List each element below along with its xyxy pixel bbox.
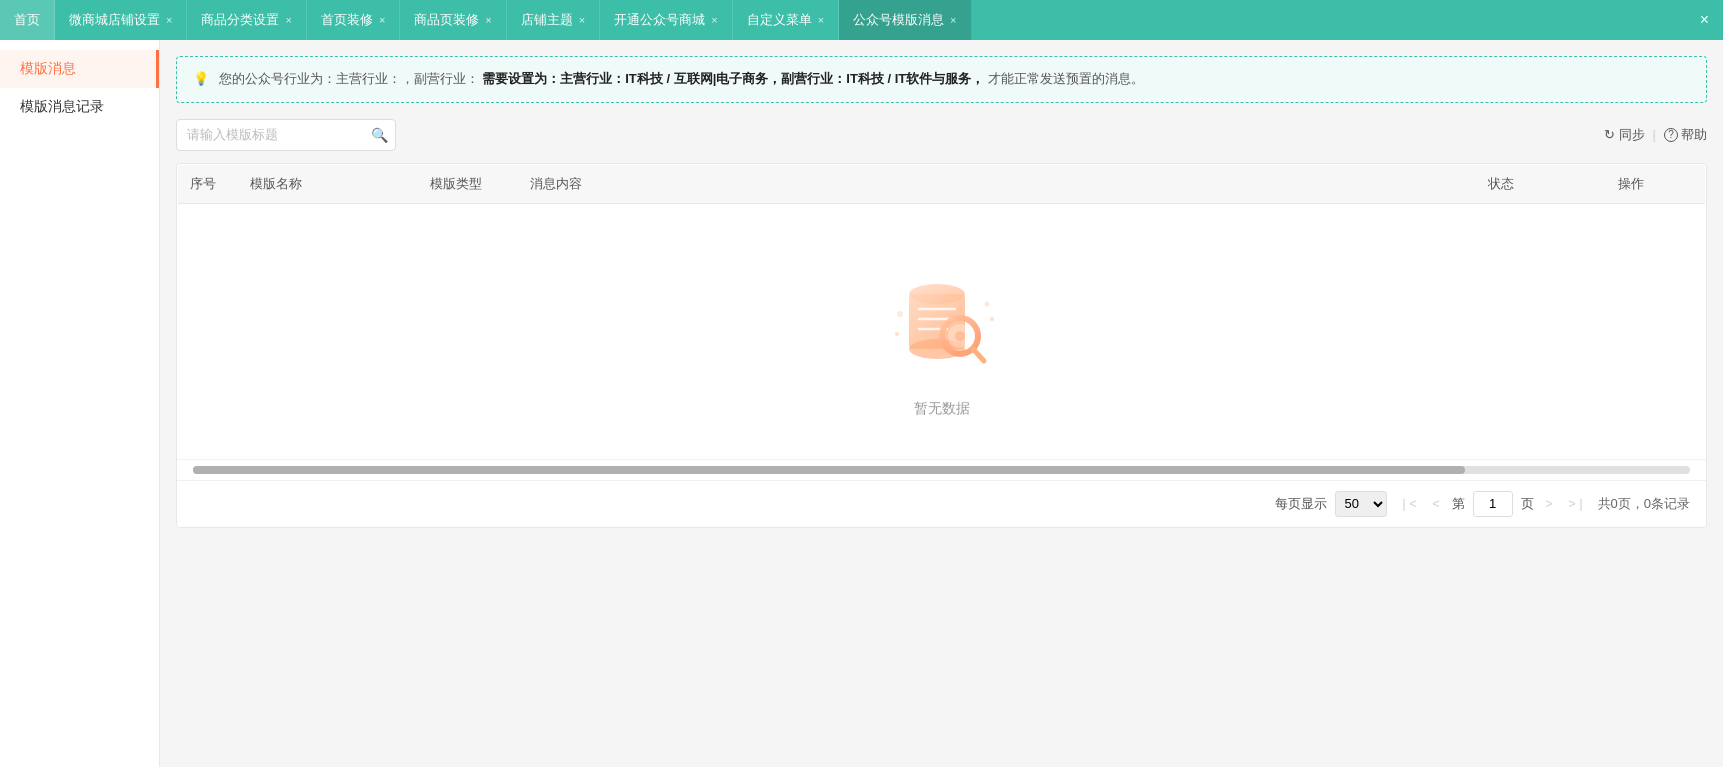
sync-label: 同步 bbox=[1619, 126, 1645, 144]
nav-tab-product-decor-label: 商品页装修 bbox=[414, 11, 479, 29]
nav-tab-open-shop-label: 开通公众号商城 bbox=[614, 11, 705, 29]
empty-state: 暂无数据 bbox=[178, 204, 1705, 458]
sidebar: 模版消息 模版消息记录 bbox=[0, 40, 160, 767]
first-page-button[interactable]: ❘< bbox=[1395, 495, 1420, 513]
notice-text-suffix: 才能正常发送预置的消息。 bbox=[988, 71, 1144, 86]
help-button[interactable]: ? 帮助 bbox=[1664, 126, 1707, 144]
bulb-icon: 💡 bbox=[193, 71, 209, 86]
close-home-decor-tab[interactable]: × bbox=[379, 14, 385, 26]
notice-text-highlight: 需要设置为：主营行业：IT科技 / 互联网|电子商务，副营行业：IT科技 / I… bbox=[482, 71, 984, 86]
nav-tab-template-msg[interactable]: 公众号模版消息 × bbox=[839, 0, 971, 40]
scrollbar-area bbox=[177, 459, 1706, 480]
main-layout: 模版消息 模版消息记录 💡 您的公众号行业为：主营行业：，副营行业： 需要设置为… bbox=[0, 40, 1723, 767]
notice-text-prefix: 您的公众号行业为：主营行业：，副营行业： bbox=[219, 71, 479, 86]
close-custom-menu-tab[interactable]: × bbox=[818, 14, 824, 26]
close-category-tab[interactable]: × bbox=[285, 14, 291, 26]
close-all-icon: × bbox=[1700, 11, 1709, 29]
help-icon: ? bbox=[1664, 128, 1678, 142]
col-name: 模版名称 bbox=[238, 164, 418, 203]
help-label: 帮助 bbox=[1681, 126, 1707, 144]
nav-tab-home-decor[interactable]: 首页装修 × bbox=[307, 0, 400, 40]
nav-tab-custom-menu[interactable]: 自定义菜单 × bbox=[733, 0, 839, 40]
search-icon[interactable]: 🔍 bbox=[371, 127, 388, 143]
toolbar-divider: | bbox=[1653, 127, 1656, 142]
empty-state-row: 暂无数据 bbox=[178, 203, 1706, 458]
close-template-msg-tab[interactable]: × bbox=[950, 14, 956, 26]
table-header-row: 序号 模版名称 模版类型 消息内容 状态 bbox=[178, 164, 1706, 203]
sidebar-item-template-msg-label: 模版消息 bbox=[20, 60, 76, 76]
close-open-shop-tab[interactable]: × bbox=[711, 14, 717, 26]
total-info: 共0页，0条记录 bbox=[1598, 495, 1690, 513]
nav-tab-open-shop[interactable]: 开通公众号商城 × bbox=[600, 0, 732, 40]
svg-point-10 bbox=[897, 311, 903, 317]
fake-scrollbar[interactable] bbox=[193, 466, 1690, 474]
svg-point-13 bbox=[895, 332, 899, 336]
table-wrapper: 序号 模版名称 模版类型 消息内容 状态 bbox=[176, 163, 1707, 528]
sync-button[interactable]: ↻ 同步 bbox=[1604, 126, 1645, 144]
notice-box: 💡 您的公众号行业为：主营行业：，副营行业： 需要设置为：主营行业：IT科技 /… bbox=[176, 56, 1707, 103]
empty-icon bbox=[882, 264, 1002, 384]
nav-tab-category[interactable]: 商品分类设置 × bbox=[187, 0, 306, 40]
col-type: 模版类型 bbox=[418, 164, 518, 203]
next-page-button[interactable]: > bbox=[1542, 495, 1557, 513]
nav-tab-weshop[interactable]: 微商城店铺设置 × bbox=[55, 0, 187, 40]
nav-tab-category-label: 商品分类设置 bbox=[201, 11, 279, 29]
pagination: 每页显示 50 10 20 100 ❘< < 第 页 > >❘ 共0页，0条记录 bbox=[177, 480, 1706, 527]
page-label: 第 bbox=[1452, 495, 1465, 513]
col-index: 序号 bbox=[178, 164, 238, 203]
close-weshop-tab[interactable]: × bbox=[166, 14, 172, 26]
close-product-decor-tab[interactable]: × bbox=[485, 14, 491, 26]
top-nav: 首页 微商城店铺设置 × 商品分类设置 × 首页装修 × 商品页装修 × 店铺主… bbox=[0, 0, 1723, 40]
toolbar-actions: ↻ 同步 | ? 帮助 bbox=[1604, 126, 1707, 144]
nav-tab-shop-theme-label: 店铺主题 bbox=[521, 11, 573, 29]
table-body: 暂无数据 bbox=[178, 203, 1706, 458]
svg-point-9 bbox=[955, 331, 965, 341]
sidebar-item-template-msg-log[interactable]: 模版消息记录 bbox=[0, 88, 159, 126]
svg-point-12 bbox=[990, 317, 994, 321]
nav-tab-home[interactable]: 首页 bbox=[0, 0, 55, 40]
close-all-button[interactable]: × bbox=[1686, 0, 1723, 40]
last-page-button[interactable]: >❘ bbox=[1565, 495, 1590, 513]
search-input-wrap: 🔍 bbox=[176, 119, 396, 151]
data-table: 序号 模版名称 模版类型 消息内容 状态 bbox=[177, 164, 1706, 459]
page-unit-label: 页 bbox=[1521, 495, 1534, 513]
search-input[interactable] bbox=[176, 119, 396, 151]
prev-page-button[interactable]: < bbox=[1428, 495, 1443, 513]
scrollbar-thumb bbox=[193, 466, 1465, 474]
nav-tab-home-label: 首页 bbox=[14, 11, 40, 29]
nav-tab-shop-theme[interactable]: 店铺主题 × bbox=[507, 0, 600, 40]
search-bar: 🔍 ↻ 同步 | ? 帮助 bbox=[176, 119, 1707, 151]
table-header: 序号 模版名称 模版类型 消息内容 状态 bbox=[178, 164, 1706, 203]
page-size-label: 每页显示 bbox=[1275, 495, 1327, 513]
sidebar-item-template-msg-log-label: 模版消息记录 bbox=[20, 98, 104, 114]
sync-icon: ↻ bbox=[1604, 127, 1615, 142]
nav-tab-home-decor-label: 首页装修 bbox=[321, 11, 373, 29]
col-action: 操作 bbox=[1606, 164, 1706, 203]
svg-point-11 bbox=[984, 301, 989, 306]
content-area: 💡 您的公众号行业为：主营行业：，副营行业： 需要设置为：主营行业：IT科技 /… bbox=[160, 40, 1723, 767]
nav-tab-product-decor[interactable]: 商品页装修 × bbox=[400, 0, 506, 40]
nav-tab-weshop-label: 微商城店铺设置 bbox=[69, 11, 160, 29]
nav-tab-template-msg-label: 公众号模版消息 bbox=[853, 11, 944, 29]
col-content: 消息内容 bbox=[518, 164, 1476, 203]
nav-tab-custom-menu-label: 自定义菜单 bbox=[747, 11, 812, 29]
svg-line-8 bbox=[973, 349, 984, 361]
page-size-select[interactable]: 50 10 20 100 bbox=[1335, 491, 1387, 517]
empty-text: 暂无数据 bbox=[914, 400, 970, 418]
col-status: 状态 bbox=[1476, 164, 1606, 203]
sidebar-item-template-msg[interactable]: 模版消息 bbox=[0, 50, 159, 88]
close-shop-theme-tab[interactable]: × bbox=[579, 14, 585, 26]
page-number-input[interactable] bbox=[1473, 491, 1513, 517]
